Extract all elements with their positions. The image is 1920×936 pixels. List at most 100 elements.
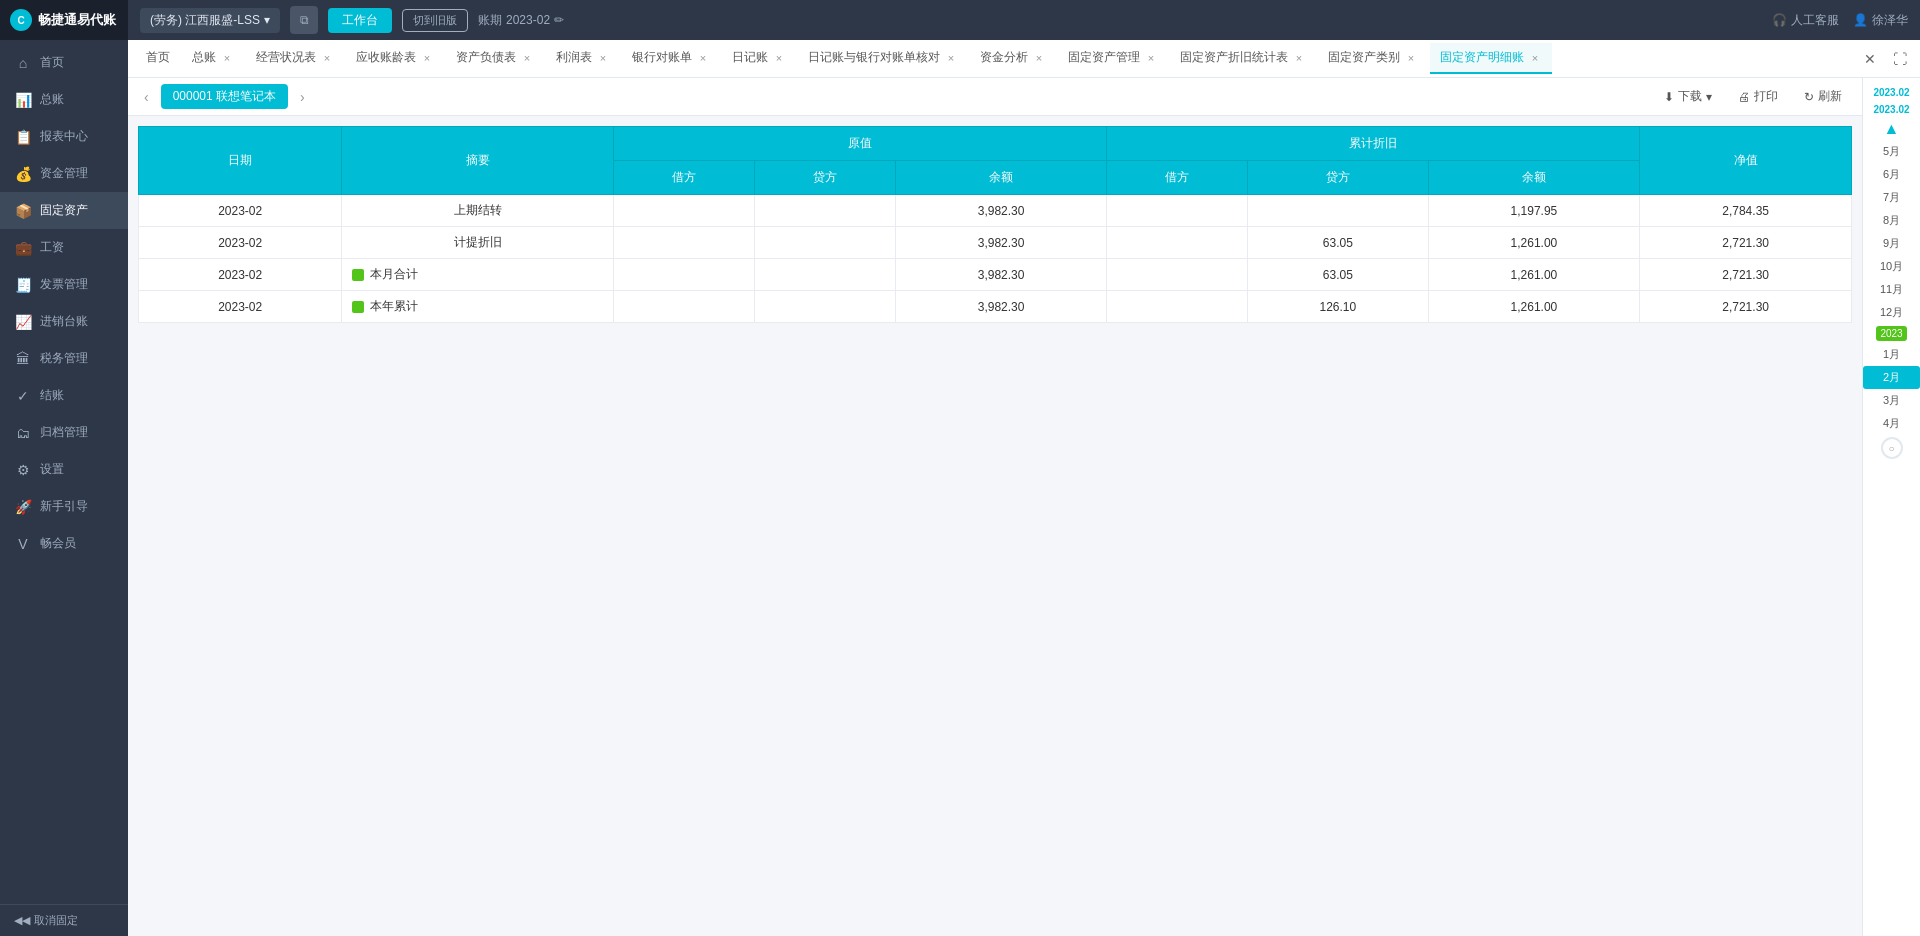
company-name: (劳务) 江西服盛-LSS xyxy=(150,12,260,29)
print-icon: 🖨 xyxy=(1738,90,1750,104)
refresh-button[interactable]: ↻ 刷新 xyxy=(1796,84,1850,109)
sidebar-item-capital[interactable]: 💰 资金管理 xyxy=(0,155,128,192)
tab-close-ledger[interactable]: × xyxy=(220,51,234,65)
workbench-button[interactable]: 工作台 xyxy=(328,8,392,33)
timeline-year-badge[interactable]: 2023 xyxy=(1876,326,1906,341)
cell-orig-debit-1 xyxy=(614,227,755,259)
ledger-label: 总账 xyxy=(40,91,64,108)
sidebar-item-home[interactable]: ⌂ 首页 xyxy=(0,44,128,81)
tab-profit[interactable]: 利润表× xyxy=(546,43,620,74)
settings-label: 设置 xyxy=(40,461,64,478)
sidebar-item-ledger[interactable]: 📊 总账 xyxy=(0,81,128,118)
sidebar-item-settings[interactable]: ⚙ 设置 xyxy=(0,451,128,488)
close-tab-button[interactable]: ✕ xyxy=(1858,47,1882,71)
sidebar-item-fixed_assets[interactable]: 📦 固定资产 xyxy=(0,192,128,229)
timeline-month-5[interactable]: 5月 xyxy=(1863,140,1920,163)
download-button[interactable]: ⬇ 下载 ▾ xyxy=(1656,84,1720,109)
sub-tab-prev-button[interactable]: ‹ xyxy=(140,87,153,107)
timeline-month-11[interactable]: 11月 xyxy=(1863,278,1920,301)
timeline-circle[interactable]: ○ xyxy=(1881,437,1903,459)
tab-home[interactable]: 首页 xyxy=(136,43,180,74)
fixed_assets-icon: 📦 xyxy=(14,203,32,219)
th-net-value: 净值 xyxy=(1640,127,1852,195)
archive-label: 归档管理 xyxy=(40,424,88,441)
tab-label-fixed_assets_detail: 固定资产明细账 xyxy=(1440,49,1524,66)
timeline-month-8[interactable]: 8月 xyxy=(1863,209,1920,232)
cell-orig-balance-0: 3,982.30 xyxy=(895,195,1107,227)
tab-close-assets_liabilities[interactable]: × xyxy=(520,51,534,65)
tab-label-capital_analysis: 资金分析 xyxy=(980,49,1028,66)
tab-close-fixed_assets_detail[interactable]: × xyxy=(1528,51,1542,65)
sidebar-item-vip[interactable]: V 畅会员 xyxy=(0,525,128,562)
sidebar-item-salary[interactable]: 💼 工资 xyxy=(0,229,128,266)
sidebar-item-guide[interactable]: 🚀 新手引导 xyxy=(0,488,128,525)
timeline-month-1[interactable]: 1月 xyxy=(1863,343,1920,366)
tab-ledger[interactable]: 总账× xyxy=(182,43,244,74)
timeline-month-4[interactable]: 4月 xyxy=(1863,412,1920,435)
sidebar-pin-toggle[interactable]: ◀◀ 取消固定 xyxy=(0,904,128,936)
cell-net-value-1: 2,721.30 xyxy=(1640,227,1852,259)
timeline-month-10[interactable]: 10月 xyxy=(1863,255,1920,278)
tab-label-operation: 经营状况表 xyxy=(256,49,316,66)
timeline-month-6[interactable]: 6月 xyxy=(1863,163,1920,186)
timeline-month-12[interactable]: 12月 xyxy=(1863,301,1920,324)
tab-label-receivable: 应收账龄表 xyxy=(356,49,416,66)
copy-button[interactable]: ⧉ xyxy=(290,6,318,34)
print-button[interactable]: 🖨 打印 xyxy=(1730,84,1786,109)
timeline-month-9[interactable]: 9月 xyxy=(1863,232,1920,255)
sidebar-item-archive[interactable]: 🗂 归档管理 xyxy=(0,414,128,451)
sub-tab-next-button[interactable]: › xyxy=(296,87,309,107)
tab-fixed_assets_mgmt[interactable]: 固定资产管理 × xyxy=(1058,43,1168,74)
tab-fixed_assets_depreciation[interactable]: 固定资产折旧统计表× xyxy=(1170,43,1316,74)
tab-operation[interactable]: 经营状况表 × xyxy=(246,43,344,74)
timeline-month-7[interactable]: 7月 xyxy=(1863,186,1920,209)
cell-desc-1: 计提折旧 xyxy=(342,227,614,259)
tab-journal_bank_check[interactable]: 日记账与银行对账单核对× xyxy=(798,43,968,74)
human-service-button[interactable]: 🎧 人工客服 xyxy=(1772,12,1839,29)
tab-close-capital_analysis[interactable]: × xyxy=(1032,51,1046,65)
cell-net-value-0: 2,784.35 xyxy=(1640,195,1852,227)
settings-icon: ⚙ xyxy=(14,462,32,478)
tab-assets_liabilities[interactable]: 资产负债表× xyxy=(446,43,544,74)
timeline-month-3[interactable]: 3月 xyxy=(1863,389,1920,412)
vip-icon: V xyxy=(14,536,32,552)
cell-orig-debit-2 xyxy=(614,259,755,291)
cell-accum-balance-3: 1,261.00 xyxy=(1428,291,1640,323)
period-edit-icon[interactable]: ✏ xyxy=(554,13,564,27)
maximize-tab-button[interactable]: ⛶ xyxy=(1888,47,1912,71)
sidebar-item-sales_ledger[interactable]: 📈 进销台账 xyxy=(0,303,128,340)
tab-close-bank_statement[interactable]: × xyxy=(696,51,710,65)
cell-date-0: 2023-02 xyxy=(139,195,342,227)
invoice-icon: 🧾 xyxy=(14,277,32,293)
sidebar-item-invoice[interactable]: 🧾 发票管理 xyxy=(0,266,128,303)
guide-label: 新手引导 xyxy=(40,498,88,515)
home-label: 首页 xyxy=(40,54,64,71)
tab-close-profit[interactable]: × xyxy=(596,51,610,65)
sidebar-item-reports[interactable]: 📋 报表中心 xyxy=(0,118,128,155)
switch-version-button[interactable]: 切到旧版 xyxy=(402,9,468,32)
tab-journal[interactable]: 日记账× xyxy=(722,43,796,74)
timeline-month-2[interactable]: 2月 xyxy=(1863,366,1920,389)
tab-bank_statement[interactable]: 银行对账单× xyxy=(622,43,720,74)
topbar: (劳务) 江西服盛-LSS ▾ ⧉ 工作台 切到旧版 账期 2023-02 ✏ … xyxy=(128,0,1920,40)
company-selector[interactable]: (劳务) 江西服盛-LSS ▾ xyxy=(140,8,280,33)
fixed_assets-label: 固定资产 xyxy=(40,202,88,219)
tab-close-journal[interactable]: × xyxy=(772,51,786,65)
sidebar-item-settlement[interactable]: ✓ 结账 xyxy=(0,377,128,414)
tab-receivable[interactable]: 应收账龄表 × xyxy=(346,43,444,74)
user-avatar[interactable]: 👤 徐泽华 xyxy=(1853,12,1908,29)
tab-close-fixed_assets_depreciation[interactable]: × xyxy=(1292,51,1306,65)
tab-label-fixed_assets_mgmt: 固定资产管理 xyxy=(1068,49,1140,66)
tab-close-fixed_assets_category[interactable]: × xyxy=(1404,51,1418,65)
cell-desc-0: 上期结转 xyxy=(342,195,614,227)
tab-close-receivable[interactable]: × xyxy=(420,51,434,65)
tab-close-fixed_assets_mgmt[interactable]: × xyxy=(1144,51,1158,65)
tab-capital_analysis[interactable]: 资金分析 × xyxy=(970,43,1056,74)
tab-close-journal_bank_check[interactable]: × xyxy=(944,51,958,65)
tab-fixed_assets_detail[interactable]: 固定资产明细账 × xyxy=(1430,43,1552,74)
tab-close-operation[interactable]: × xyxy=(320,51,334,65)
timeline-up-button[interactable]: ▲ xyxy=(1882,118,1902,140)
sub-tab-asset-001[interactable]: 000001 联想笔记本 xyxy=(161,84,288,109)
tab-fixed_assets_category[interactable]: 固定资产类别× xyxy=(1318,43,1428,74)
sidebar-item-tax[interactable]: 🏛 税务管理 xyxy=(0,340,128,377)
